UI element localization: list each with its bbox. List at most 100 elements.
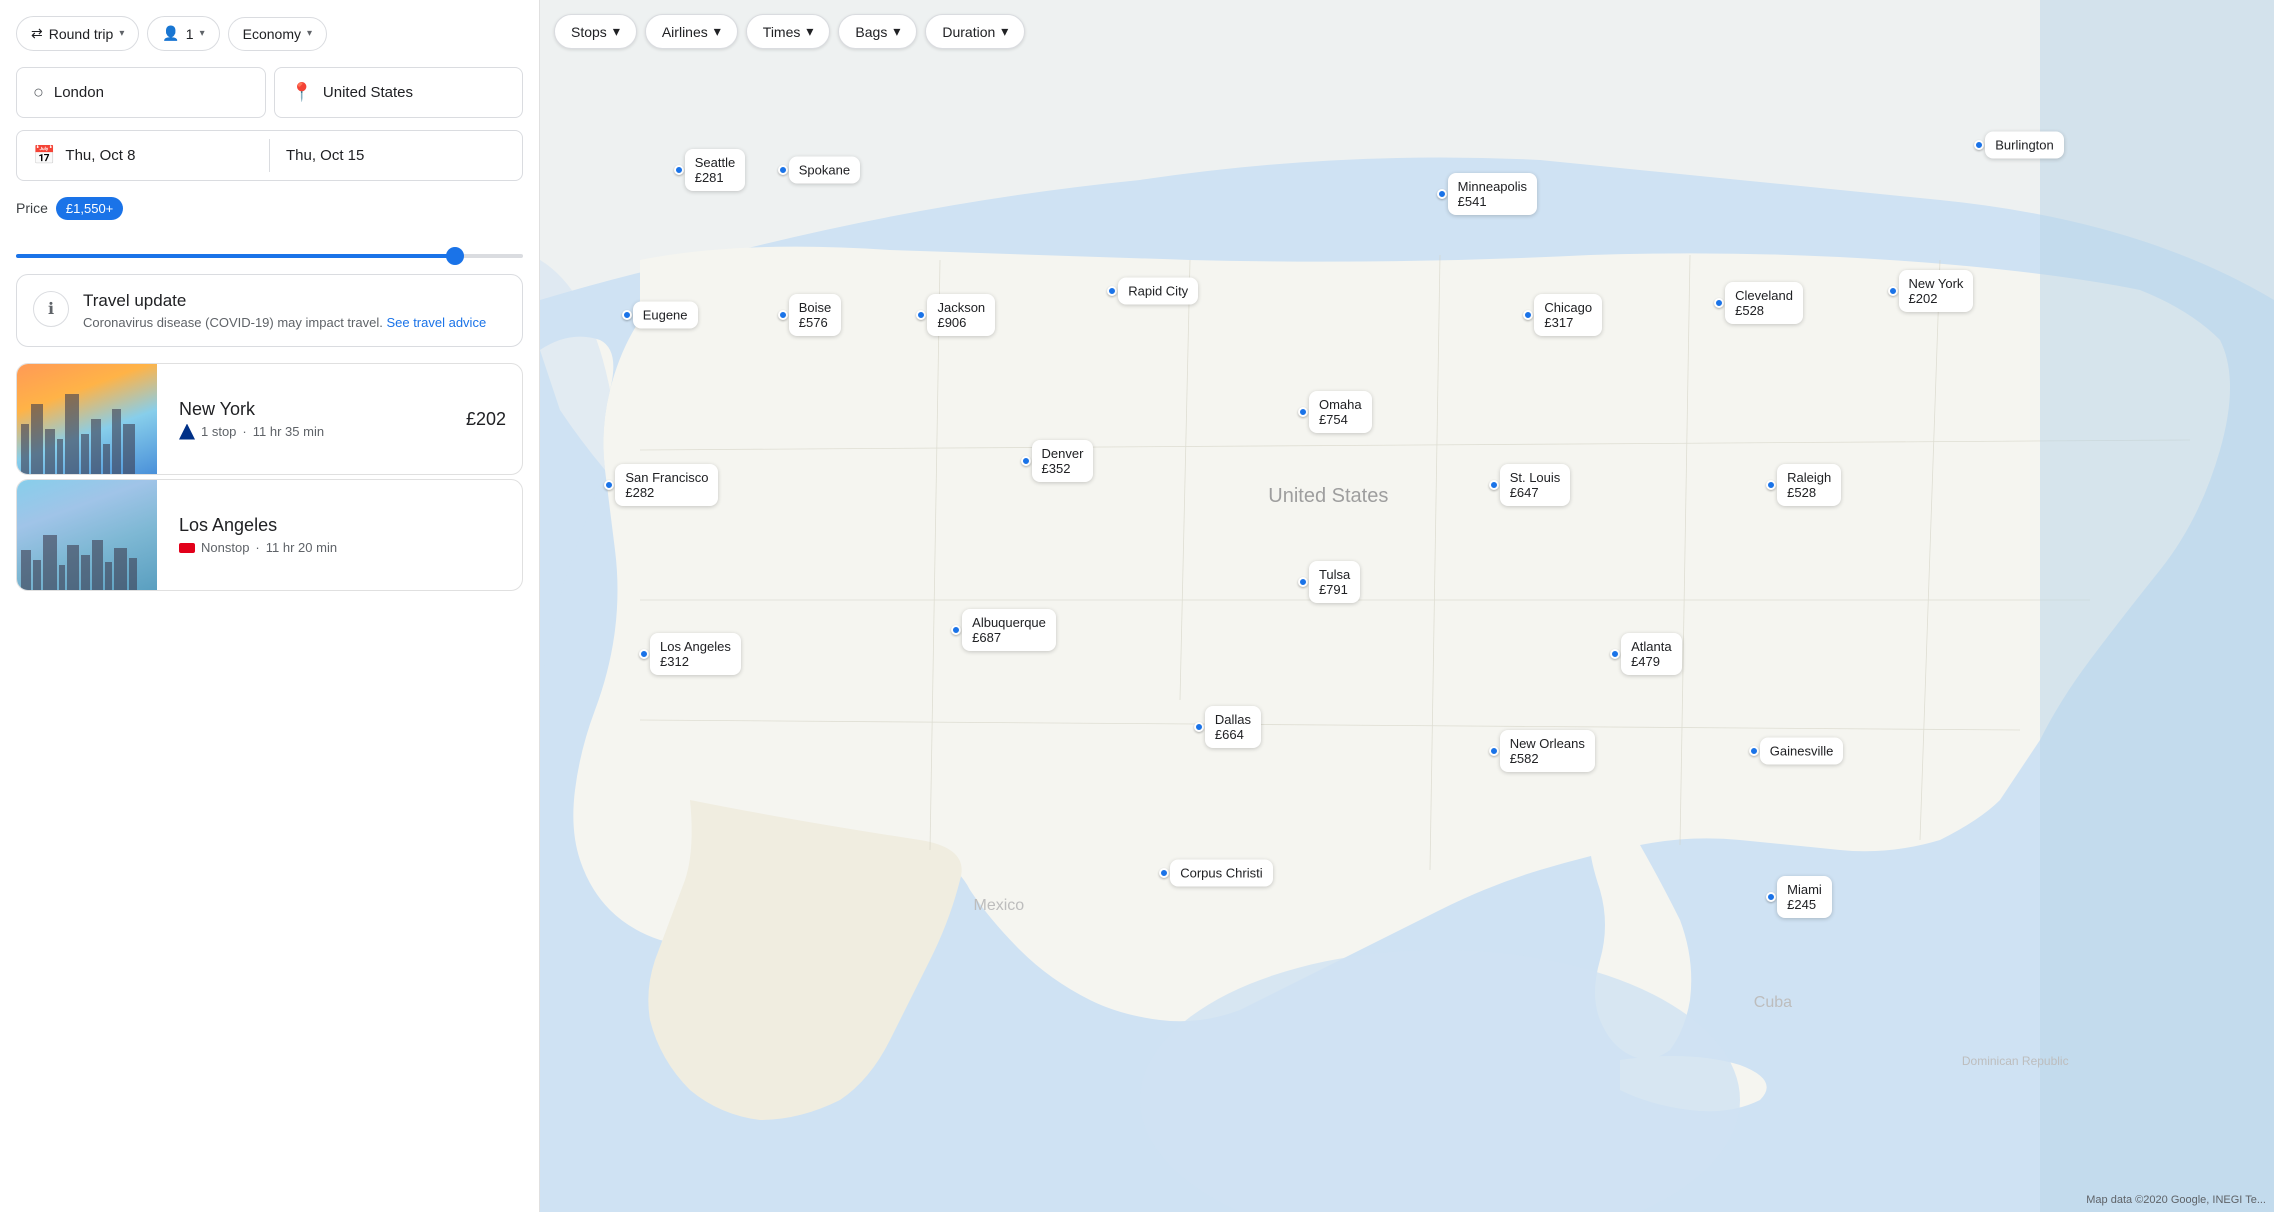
la-buildings <box>17 535 157 590</box>
city-name: Boise <box>799 300 832 315</box>
flight-duration-ny: 11 hr 35 min <box>253 424 324 439</box>
city-label-minneapolis[interactable]: Minneapolis£541 <box>1448 173 1537 215</box>
price-slider[interactable] <box>16 254 523 258</box>
city-label-raleigh[interactable]: Raleigh£528 <box>1777 464 1841 506</box>
city-price: £317 <box>1544 315 1592 330</box>
city-name: Eugene <box>643 308 688 323</box>
passengers-button[interactable]: 👤 1 ▾ <box>147 16 219 51</box>
duration-filter-button[interactable]: Duration ▾ <box>925 14 1025 49</box>
travel-update-card: ℹ Travel update Coronavirus disease (COV… <box>16 274 523 347</box>
round-trip-icon: ⇄ <box>31 25 43 42</box>
price-row: Price £1,550+ <box>16 197 523 226</box>
duration-chevron-icon: ▾ <box>1001 23 1008 40</box>
city-label-corpus-christi[interactable]: Corpus Christi <box>1170 859 1272 886</box>
flight-card-new-york[interactable]: New York 1 stop · 11 hr 35 min £202 <box>16 363 523 475</box>
city-label-dallas[interactable]: Dallas£664 <box>1205 706 1261 748</box>
city-label-miami[interactable]: Miami£245 <box>1777 876 1832 918</box>
flight-card-los-angeles[interactable]: Los Angeles Nonstop · 11 hr 20 min <box>16 479 523 591</box>
price-section: Price £1,550+ <box>16 197 523 258</box>
city-label-jackson[interactable]: Jackson£906 <box>927 294 995 336</box>
delta-airline-icon <box>179 424 195 440</box>
city-label-gainesville[interactable]: Gainesville <box>1760 738 1844 765</box>
see-travel-advice-link[interactable]: See travel advice <box>386 315 486 330</box>
search-fields: ○ London 📍 United States <box>16 67 523 118</box>
city-name: Seattle <box>695 155 735 170</box>
price-badge: £1,550+ <box>56 197 123 220</box>
city-label-cleveland[interactable]: Cleveland£528 <box>1725 282 1803 324</box>
city-label-st.-louis[interactable]: St. Louis£647 <box>1500 464 1571 506</box>
city-label-spokane[interactable]: Spokane <box>789 156 860 183</box>
origin-field[interactable]: ○ London <box>16 67 266 118</box>
city-label-eugene[interactable]: Eugene <box>633 302 698 329</box>
city-label-rapid-city[interactable]: Rapid City <box>1118 277 1198 304</box>
date-row[interactable]: 📅 Thu, Oct 8 Thu, Oct 15 <box>16 130 523 181</box>
stops-chevron-icon: ▾ <box>613 23 620 40</box>
flight-city-ny: New York <box>179 399 444 420</box>
update-content: Travel update Coronavirus disease (COVID… <box>83 291 486 330</box>
price-label: Price <box>16 200 48 216</box>
flight-details-la: Nonstop · 11 hr 20 min <box>179 540 484 555</box>
bags-filter-button[interactable]: Bags ▾ <box>838 14 917 49</box>
city-label-tulsa[interactable]: Tulsa£791 <box>1309 561 1360 603</box>
city-name: Miami <box>1787 882 1822 897</box>
update-text-content: Coronavirus disease (COVID-19) may impac… <box>83 315 383 330</box>
city-name: St. Louis <box>1510 470 1561 485</box>
update-text: Coronavirus disease (COVID-19) may impac… <box>83 315 486 330</box>
city-name: Gainesville <box>1770 744 1834 759</box>
city-price: £791 <box>1319 582 1350 597</box>
flight-info-los-angeles: Los Angeles Nonstop · 11 hr 20 min <box>171 503 492 567</box>
city-price: £582 <box>1510 751 1585 766</box>
city-name: Albuquerque <box>972 615 1046 630</box>
city-label-san-francisco[interactable]: San Francisco£282 <box>615 464 718 506</box>
destination-field[interactable]: 📍 United States <box>274 67 524 118</box>
city-label-new-orleans[interactable]: New Orleans£582 <box>1500 730 1595 772</box>
cabin-class-chevron-icon: ▾ <box>307 28 312 39</box>
stops-filter-button[interactable]: Stops ▾ <box>554 14 637 49</box>
update-icon: ℹ <box>33 291 69 327</box>
flight-list: New York 1 stop · 11 hr 35 min £202 <box>16 363 523 591</box>
left-panel: ⇄ Round trip ▾ 👤 1 ▾ Economy ▾ ○ London … <box>0 0 540 1212</box>
flight-price-ny: £202 <box>466 409 522 430</box>
city-price: £281 <box>695 170 735 185</box>
map-filter-bar: Stops ▾ Airlines ▾ Times ▾ Bags ▾ Durati… <box>554 14 1025 49</box>
date-from-label: Thu, Oct 8 <box>65 147 135 164</box>
city-label-omaha[interactable]: Omaha£754 <box>1309 391 1372 433</box>
city-name: Raleigh <box>1787 470 1831 485</box>
cabin-class-button[interactable]: Economy ▾ <box>228 17 327 51</box>
destination-label: United States <box>323 84 413 101</box>
city-price: £906 <box>937 315 985 330</box>
passengers-chevron-icon: ▾ <box>200 28 205 39</box>
airlines-filter-button[interactable]: Airlines ▾ <box>645 14 738 49</box>
date-to-label: Thu, Oct 15 <box>286 147 364 164</box>
city-label-denver[interactable]: Denver£352 <box>1032 440 1094 482</box>
trip-type-button[interactable]: ⇄ Round trip ▾ <box>16 16 139 51</box>
flight-info-new-york: New York 1 stop · 11 hr 35 min <box>171 387 452 452</box>
city-name: Cleveland <box>1735 288 1793 303</box>
city-name: Minneapolis <box>1458 179 1527 194</box>
flight-city-la: Los Angeles <box>179 515 484 536</box>
city-label-chicago[interactable]: Chicago£317 <box>1534 294 1602 336</box>
city-name: Tulsa <box>1319 567 1350 582</box>
times-filter-button[interactable]: Times ▾ <box>746 14 831 49</box>
city-name: New Orleans <box>1510 736 1585 751</box>
city-label-los-angeles[interactable]: Los Angeles£312 <box>650 633 741 675</box>
city-label-albuquerque[interactable]: Albuquerque£687 <box>962 609 1056 651</box>
bags-chevron-icon: ▾ <box>893 23 900 40</box>
city-price: £687 <box>972 630 1046 645</box>
calendar-icon: 📅 <box>33 145 55 166</box>
city-name: Corpus Christi <box>1180 865 1262 880</box>
origin-icon: ○ <box>33 82 44 103</box>
stops-filter-label: Stops <box>571 24 607 40</box>
flight-image-new-york <box>17 364 157 474</box>
city-label-new-york[interactable]: New York£202 <box>1899 270 1974 312</box>
city-label-atlanta[interactable]: Atlanta£479 <box>1621 633 1681 675</box>
date-from-field: 📅 Thu, Oct 8 <box>17 131 269 180</box>
date-to-field: Thu, Oct 15 <box>270 131 522 180</box>
city-name: Omaha <box>1319 397 1362 412</box>
city-price: £282 <box>625 485 708 500</box>
city-name: Denver <box>1042 446 1084 461</box>
city-label-seattle[interactable]: Seattle£281 <box>685 149 745 191</box>
city-label-boise[interactable]: Boise£576 <box>789 294 842 336</box>
city-label-burlington[interactable]: Burlington <box>1985 132 2064 159</box>
city-price: £528 <box>1735 303 1793 318</box>
